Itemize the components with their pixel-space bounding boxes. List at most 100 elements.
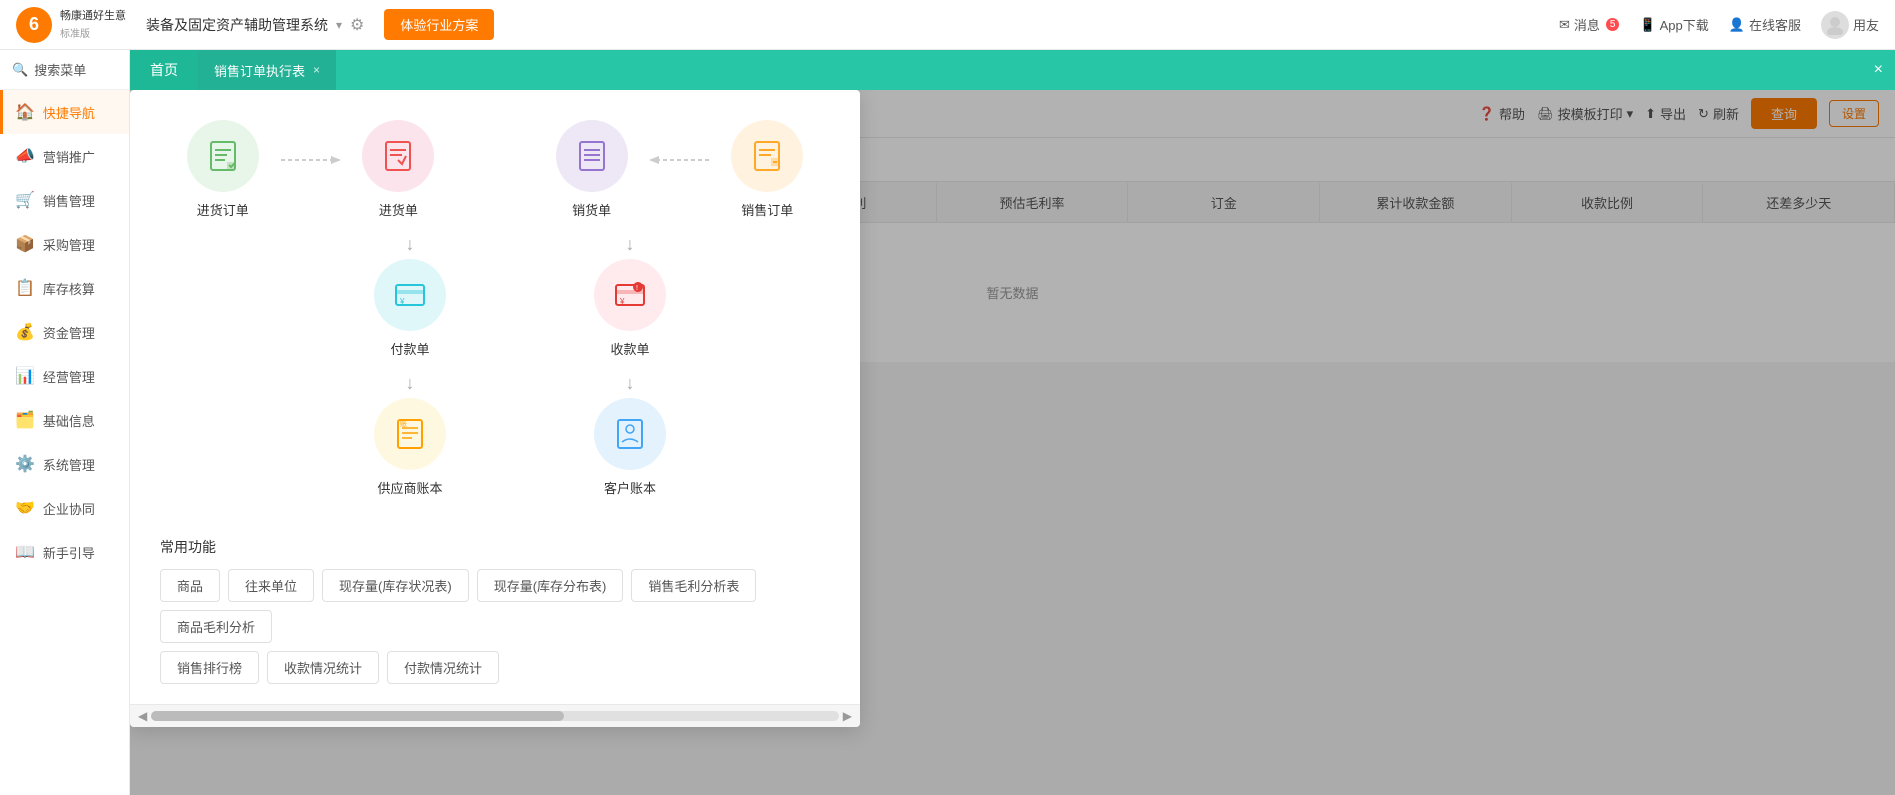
wf-item-payment[interactable]: ¥ 付款单 — [350, 259, 470, 358]
cf-btn-partner[interactable]: 往来单位 — [228, 569, 314, 602]
wf-label-purchase-order: 进货订单 — [197, 200, 249, 219]
sidebar-label-operation: 经营管理 — [43, 367, 95, 386]
scrollbar-track[interactable] — [151, 711, 839, 721]
app-download-item[interactable]: 📱 App下载 — [1639, 15, 1708, 34]
logo-text-block: 畅康通好生意 标准版 — [60, 9, 126, 39]
wf-label-sales-bill: 销货单 — [572, 200, 611, 219]
down-arrow-customer: ↓ — [570, 368, 690, 398]
workflow-row-arrows: ↓ ↓ — [170, 229, 820, 259]
cf-btn-goods[interactable]: 商品 — [160, 569, 220, 602]
tab-bar: 首页 销售订单执行表 × × — [130, 50, 1895, 90]
sidebar-item-system[interactable]: ⚙️ 系统管理 — [0, 442, 129, 486]
sidebar-item-operation[interactable]: 📊 经营管理 — [0, 354, 129, 398]
logo-area: 6 畅康通好生意 标准版 — [16, 7, 146, 43]
guide-icon: 📖 — [15, 542, 35, 562]
purchase-icon: 📦 — [15, 234, 35, 254]
cooperation-icon: 🤝 — [15, 498, 35, 518]
basicinfo-icon: 🗂️ — [15, 410, 35, 430]
search-icon: 🔍 — [12, 62, 28, 78]
tab-sales-label: 销售订单执行表 — [214, 61, 305, 80]
sidebar-item-marketing[interactable]: 📣 营销推广 — [0, 134, 129, 178]
gear-icon[interactable]: ⚙ — [350, 15, 364, 35]
arrow-down-3: ↓ — [406, 368, 415, 398]
scroll-left-icon[interactable]: ◀ — [138, 709, 147, 723]
user-name: 用友 — [1853, 15, 1879, 34]
finance-icon: 💰 — [15, 322, 35, 342]
sidebar-item-quick-nav[interactable]: 🏠 快捷导航 — [0, 90, 129, 134]
sidebar-item-basic-info[interactable]: 🗂️ 基础信息 — [0, 398, 129, 442]
wf-circle-receipt: ¥ ! — [594, 259, 666, 331]
online-service-label: 在线客服 — [1749, 15, 1801, 34]
wf-circle-purchase-order — [187, 120, 259, 192]
spacer-h — [470, 368, 570, 398]
down-arrow-payment: ↓ — [350, 229, 470, 259]
sidebar-label-marketing: 营销推广 — [43, 147, 95, 166]
wf-item-customer-ledger[interactable]: 客户账本 — [570, 398, 690, 497]
workflow-diagram: 进货订单 — [130, 90, 860, 527]
cf-btn-payment-stats[interactable]: 付款情况统计 — [387, 651, 499, 684]
tab-window-close[interactable]: × — [1862, 50, 1895, 90]
down-arrow-receipt: ↓ — [570, 229, 690, 259]
cf-btn-sales-margin[interactable]: 销售毛利分析表 — [631, 569, 756, 602]
dropdown-icon[interactable]: ▾ — [336, 18, 342, 32]
tab-close-icon[interactable]: × — [313, 63, 320, 77]
svg-text:¥: ¥ — [399, 297, 405, 306]
wf-item-sales-order[interactable]: 销售订单 — [715, 120, 820, 219]
sidebar-item-purchase[interactable]: 📦 采购管理 — [0, 222, 129, 266]
wf-arrow-1 — [275, 150, 345, 190]
wf-circle-purchase-bill — [362, 120, 434, 192]
cf-btn-stock-status[interactable]: 现存量(库存状况表) — [322, 569, 469, 602]
wf-circle-supplier: 账 — [374, 398, 446, 470]
home-icon: 🏠 — [15, 102, 35, 122]
wf-label-payment: 付款单 — [390, 339, 429, 358]
workflow-row-1: 进货订单 — [170, 120, 820, 219]
wf-item-supplier-ledger[interactable]: 账 供应商账本 — [350, 398, 470, 497]
app-name: 畅康通好生意 — [60, 9, 126, 24]
tab-sales-order[interactable]: 销售订单执行表 × — [198, 50, 336, 90]
cf-btn-sales-rank[interactable]: 销售排行榜 — [160, 651, 259, 684]
cf-btn-receipt-stats[interactable]: 收款情况统计 — [267, 651, 379, 684]
sidebar-label-sales: 销售管理 — [43, 191, 95, 210]
sales-icon: 🛒 — [15, 190, 35, 210]
scroll-right-icon[interactable]: ▶ — [843, 709, 852, 723]
sidebar-item-guide[interactable]: 📖 新手引导 — [0, 530, 129, 574]
wf-label-sales-order: 销售订单 — [741, 200, 793, 219]
trial-button[interactable]: 体验行业方案 — [384, 9, 494, 40]
sidebar-item-cooperation[interactable]: 🤝 企业协同 — [0, 486, 129, 530]
wf-item-receipt[interactable]: ¥ ! 收款单 — [570, 259, 690, 358]
scrollbar-thumb[interactable] — [151, 711, 564, 721]
avatar — [1821, 11, 1849, 39]
cf-btn-stock-dist[interactable]: 现存量(库存分布表) — [477, 569, 624, 602]
wf-item-purchase-bill[interactable]: 进货单 — [346, 120, 451, 219]
spacer-b — [290, 229, 350, 259]
modal-overlay[interactable]: 进货订单 — [130, 90, 1895, 795]
app-download-label: App下载 — [1660, 15, 1709, 34]
wf-label-receipt: 收款单 — [610, 339, 649, 358]
workflow-row-3: 账 供应商账本 — [170, 398, 820, 497]
wf-item-sales-bill[interactable]: 销货单 — [539, 120, 644, 219]
sidebar-item-inventory[interactable]: 📋 库存核算 — [0, 266, 129, 310]
search-menu[interactable]: 🔍 搜索菜单 — [0, 50, 129, 90]
sidebar-item-finance[interactable]: 💰 资金管理 — [0, 310, 129, 354]
tab-home[interactable]: 首页 — [130, 50, 198, 90]
online-service-item[interactable]: 👤 在线客服 — [1729, 15, 1801, 34]
system-title: 装备及固定资产辅助管理系统 — [146, 15, 328, 35]
sidebar-item-sales[interactable]: 🛒 销售管理 — [0, 178, 129, 222]
wf-label-supplier-ledger: 供应商账本 — [377, 478, 442, 497]
cf-btn-goods-margin[interactable]: 商品毛利分析 — [160, 610, 272, 643]
search-menu-label: 搜索菜单 — [34, 60, 86, 79]
cf-buttons-2: 销售排行榜 收款情况统计 付款情况统计 — [160, 651, 830, 684]
arrow-down-2: ↓ — [626, 229, 635, 259]
sidebar-label-inventory: 库存核算 — [43, 279, 95, 298]
spacer-c — [470, 229, 570, 259]
wf-item-purchase-order[interactable]: 进货订单 — [170, 120, 275, 219]
user-area[interactable]: 用友 — [1821, 11, 1879, 39]
logo-icon: 6 — [16, 7, 52, 43]
spacer-a — [170, 229, 290, 259]
message-item[interactable]: ✉ 消息 5 — [1559, 15, 1619, 34]
wf-circle-sales-bill — [556, 120, 628, 192]
message-icon: ✉ — [1559, 17, 1570, 33]
message-label: 消息 — [1574, 15, 1600, 34]
wf-circle-customer — [594, 398, 666, 470]
content-area: 首页 销售订单执行表 × × ❓ 帮助 🖨 按模板打印 ▾ — [130, 50, 1895, 795]
